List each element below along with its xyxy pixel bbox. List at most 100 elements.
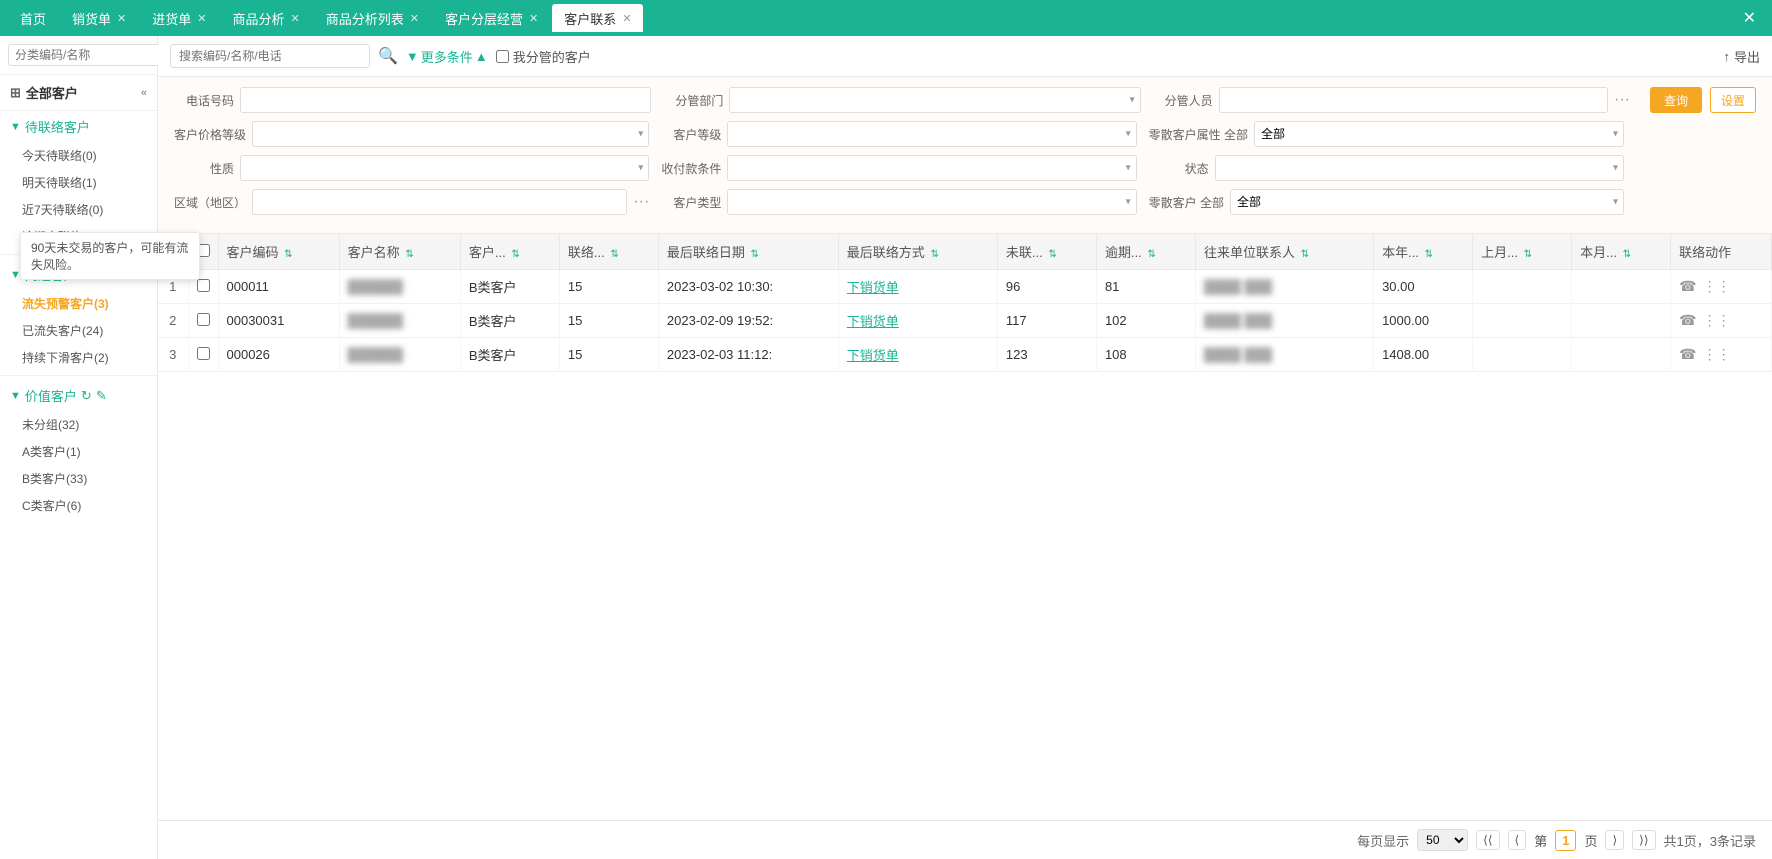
sidebar-item-declining[interactable]: 持续下滑客户(2): [0, 344, 157, 371]
table-header-name: 客户名称 ⇅: [339, 234, 460, 270]
page-size-label: 每页显示: [1357, 831, 1409, 850]
filter-manager-input[interactable]: [1219, 87, 1608, 113]
tab-sales-close[interactable]: ✕: [117, 12, 126, 25]
filter-search-btn[interactable]: 🔍: [378, 46, 398, 66]
sidebar-all-customers[interactable]: ⊞ 全部客户 «: [0, 75, 157, 111]
sidebar-section-pending-title[interactable]: ▼ 待联络客户: [0, 111, 157, 142]
row-action-more[interactable]: ⋮⋮: [1703, 346, 1731, 363]
filter-price-grade-select[interactable]: [252, 121, 649, 147]
sidebar-item-today[interactable]: 今天待联络(0): [0, 142, 157, 169]
sidebar-collapse-icon[interactable]: «: [141, 87, 147, 99]
sidebar-item-ungrouped[interactable]: 未分组(32): [0, 411, 157, 438]
tab-analysis-list[interactable]: 商品分析列表 ✕: [314, 4, 431, 32]
sidebar-item-class-b[interactable]: B类客户(33): [0, 465, 157, 492]
tab-analysis-list-close[interactable]: ✕: [410, 12, 419, 25]
tab-purchase[interactable]: 进货单 ✕: [140, 4, 218, 32]
filter-retail-customer-select[interactable]: 全部: [1230, 189, 1624, 215]
my-customers-checkbox[interactable]: [496, 50, 509, 63]
export-btn[interactable]: ↑ 导出: [1723, 47, 1760, 66]
filter-actions: 查询 设置: [1650, 87, 1756, 113]
data-table: ⚙ 客户编码 ⇅ 客户名称 ⇅ 客户...: [158, 234, 1772, 372]
filter-department-select[interactable]: [729, 87, 1140, 113]
sidebar-item-class-a[interactable]: A类客户(1): [0, 438, 157, 465]
table-header-overdue: 逾期... ⇅: [1096, 234, 1195, 270]
tab-customer-contact[interactable]: 客户联系 ✕: [552, 4, 643, 32]
page-size-select[interactable]: 50 100: [1417, 829, 1468, 851]
tab-analysis-close[interactable]: ✕: [291, 12, 300, 25]
sort-icon-type[interactable]: ⇅: [511, 249, 519, 260]
filter-region: 区域（地区） ···: [174, 189, 649, 215]
filter-customer-grade-select[interactable]: [727, 121, 1136, 147]
pg-last-btn[interactable]: ⟩⟩: [1632, 830, 1655, 850]
row-last-date: 2023-02-03 11:12:: [658, 338, 838, 372]
row-action-more[interactable]: ⋮⋮: [1703, 312, 1731, 329]
filter-payment-select[interactable]: [727, 155, 1136, 181]
query-btn[interactable]: 查询: [1650, 87, 1702, 113]
close-window-btn[interactable]: ✕: [1735, 8, 1764, 28]
row-last-method: 下销货单: [838, 338, 997, 372]
sidebar-item-7days[interactable]: 近7天待联络(0): [0, 196, 157, 223]
filter-search-input[interactable]: [170, 44, 370, 68]
sort-icon-this-month[interactable]: ⇅: [1623, 249, 1631, 260]
tab-analysis[interactable]: 商品分析 ✕: [220, 4, 311, 32]
pg-next-btn[interactable]: ⟩: [1605, 830, 1624, 850]
row-action-phone[interactable]: ☎: [1679, 278, 1696, 295]
sort-icon-code[interactable]: ⇅: [284, 249, 292, 260]
pg-first-btn[interactable]: ⟨⟨: [1476, 830, 1499, 850]
filter-row-1: 电话号码 分管部门 分管人员 ··· 查询: [174, 87, 1756, 113]
row-code: 000011: [218, 270, 339, 304]
filter-region-input[interactable]: [252, 189, 627, 215]
sort-icon-overdue[interactable]: ⇅: [1147, 249, 1155, 260]
edit-icon[interactable]: ✎: [96, 388, 107, 404]
filter-customer-type-select[interactable]: [727, 189, 1136, 215]
refresh-icon[interactable]: ↻: [81, 388, 92, 404]
sidebar-item-tomorrow[interactable]: 明天待联络(1): [0, 169, 157, 196]
row-this-month: [1572, 304, 1671, 338]
tab-home[interactable]: 首页: [8, 4, 58, 32]
filter-more-btn[interactable]: ▼ 更多条件 ▲: [406, 47, 488, 66]
sort-icon-name[interactable]: ⇅: [405, 249, 413, 260]
table-header-contact-person: 往来单位联系人 ⇅: [1195, 234, 1373, 270]
row-contact-person: ████ ███: [1195, 270, 1373, 304]
settings-btn[interactable]: 设置: [1710, 87, 1756, 113]
filter-customer-grade: 客户等级: [661, 121, 1136, 147]
row-action-more[interactable]: ⋮⋮: [1703, 278, 1731, 295]
row-actions: ☎ ⋮⋮: [1671, 304, 1772, 338]
filter-retail-attr-select[interactable]: 全部: [1254, 121, 1624, 147]
row-checkbox[interactable]: [197, 347, 210, 360]
sort-icon-last-date[interactable]: ⇅: [751, 249, 759, 260]
row-checkbox[interactable]: [197, 279, 210, 292]
row-this-year: 1000.00: [1374, 304, 1473, 338]
sidebar-section-value-title[interactable]: ▼ 价值客户 ↻ ✎: [0, 380, 157, 411]
row-checkbox[interactable]: [197, 313, 210, 326]
tab-customer-contact-close[interactable]: ✕: [622, 12, 631, 25]
row-seq: 3: [158, 338, 188, 372]
table-header-unliaised-label: 未联...: [1006, 245, 1043, 260]
my-customers-filter[interactable]: 我分管的客户: [496, 47, 591, 66]
sidebar-search-input[interactable]: [8, 44, 177, 66]
sort-icon-last-month[interactable]: ⇅: [1524, 249, 1532, 260]
filter-phone-input[interactable]: [240, 87, 651, 113]
row-name: ██████: [339, 270, 460, 304]
sort-icon-contact[interactable]: ⇅: [610, 249, 618, 260]
row-action-phone[interactable]: ☎: [1679, 346, 1696, 363]
filter-manager-dots[interactable]: ···: [1614, 91, 1630, 109]
filter-region-dots[interactable]: ···: [633, 193, 649, 211]
row-action-phone[interactable]: ☎: [1679, 312, 1696, 329]
filter-status-select[interactable]: [1215, 155, 1624, 181]
my-customers-label: 我分管的客户: [513, 47, 591, 66]
sidebar-item-churned[interactable]: 已流失客户(24): [0, 317, 157, 344]
tab-sales[interactable]: 销货单 ✕: [60, 4, 138, 32]
sidebar-item-class-c[interactable]: C类客户(6): [0, 492, 157, 519]
tab-purchase-close[interactable]: ✕: [197, 12, 206, 25]
tab-customer-tier[interactable]: 客户分层经营 ✕: [433, 4, 550, 32]
pg-prev-btn[interactable]: ⟨: [1508, 830, 1527, 850]
sort-icon-unliaised[interactable]: ⇅: [1048, 249, 1056, 260]
filter-nature-select[interactable]: [240, 155, 649, 181]
sort-icon-contact-person[interactable]: ⇅: [1301, 249, 1309, 260]
table-header-this-month: 本月... ⇅: [1572, 234, 1671, 270]
tab-customer-tier-close[interactable]: ✕: [529, 12, 538, 25]
sort-icon-this-year[interactable]: ⇅: [1425, 249, 1433, 260]
sidebar-item-churn-warning[interactable]: 流失预警客户(3): [0, 290, 157, 317]
sort-icon-last-method[interactable]: ⇅: [930, 249, 938, 260]
